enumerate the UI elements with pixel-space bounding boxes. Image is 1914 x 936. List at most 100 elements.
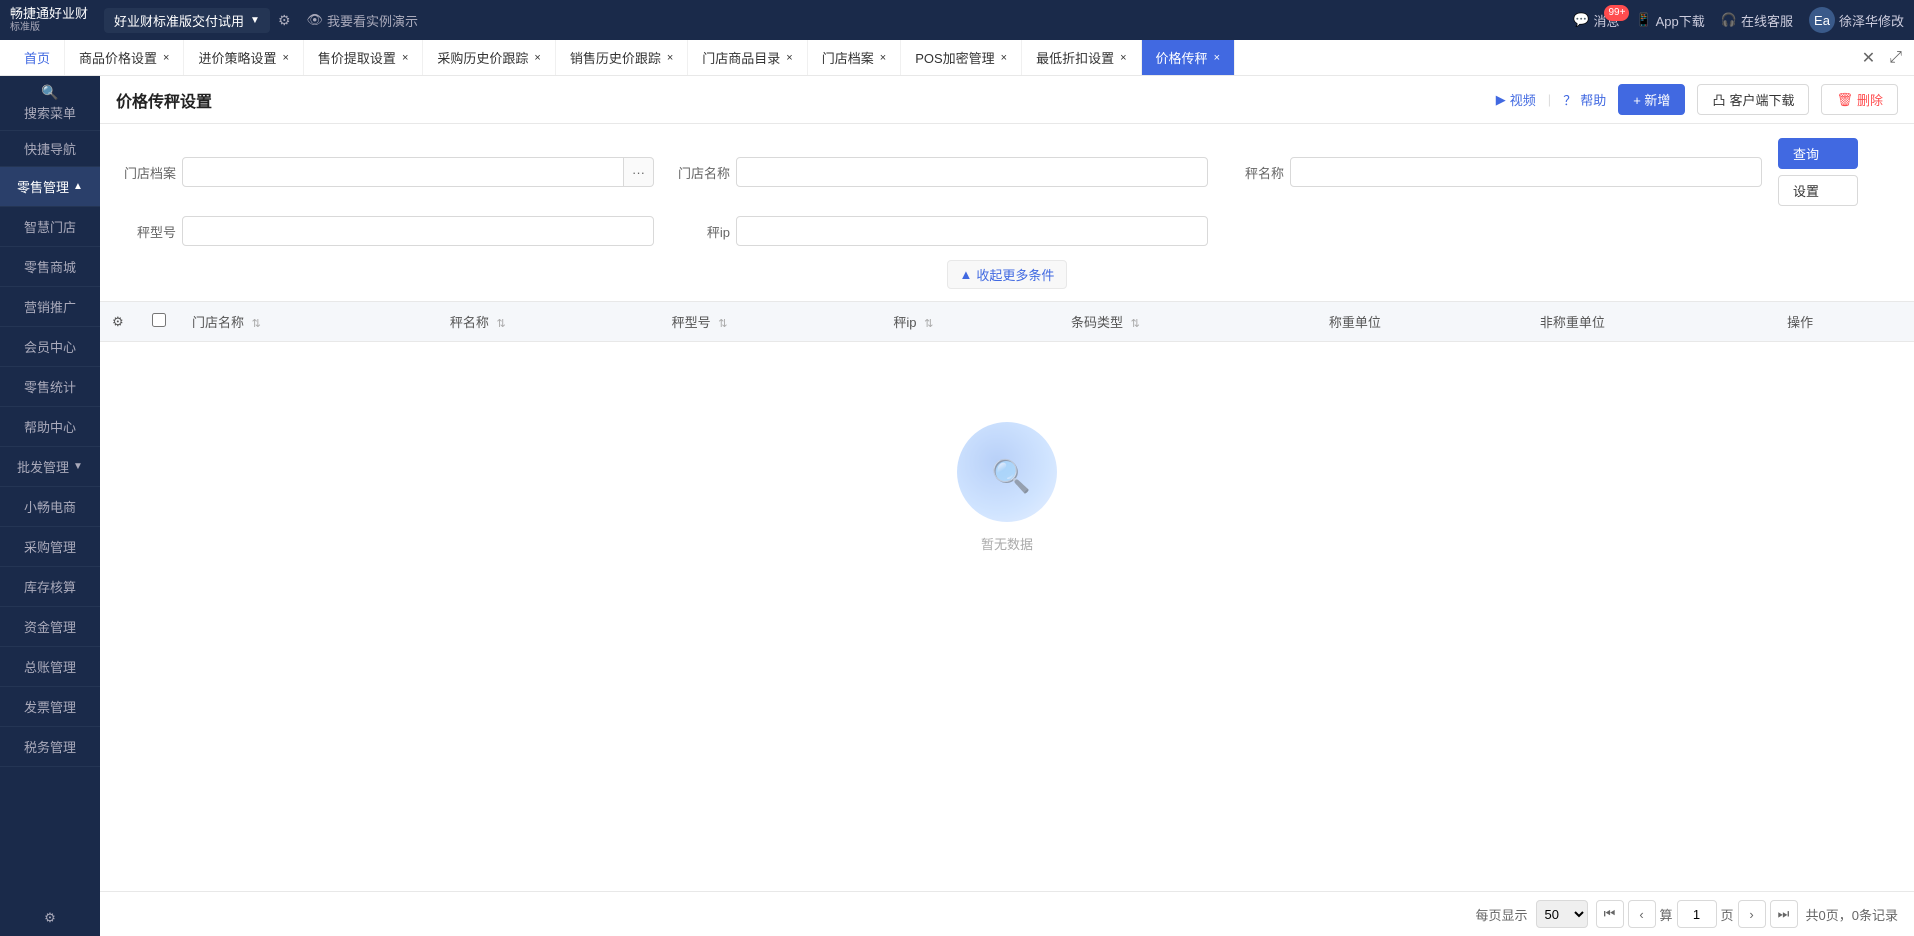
collapse-button[interactable]: ▲ 收起更多条件 [947, 260, 1068, 289]
tab-cost-strategy-close[interactable]: × [282, 52, 288, 64]
scale-name-input[interactable] [1290, 157, 1762, 187]
sidebar-item-member-center-label: 会员中心 [24, 337, 76, 356]
sort-store-name-icon[interactable]: ⇅ [252, 318, 261, 330]
video-link[interactable]: ▶ 视频 [1496, 90, 1536, 109]
sidebar-item-invoice-mgmt-label: 发票管理 [24, 697, 76, 716]
current-page-input[interactable] [1677, 900, 1717, 928]
sidebar-item-retail-mall[interactable]: 零售商城 [0, 247, 100, 287]
sidebar-item-inventory-label: 库存核算 [24, 577, 76, 596]
scale-model-input[interactable] [182, 216, 654, 246]
tab-pos-encrypt-close[interactable]: × [1001, 52, 1007, 64]
sidebar-item-marketing[interactable]: 营销推广 [0, 287, 100, 327]
tab-sale-extract-label: 售价提取设置 [318, 48, 396, 67]
tab-sales-history[interactable]: 销售历史价跟踪 × [556, 40, 688, 76]
tab-sale-extract[interactable]: 售价提取设置 × [304, 40, 423, 76]
tab-purchase-history-close[interactable]: × [534, 52, 540, 64]
sort-barcode-type-icon[interactable]: ⇅ [1131, 318, 1140, 330]
messages-btn[interactable]: 💬 消息 99+ [1573, 11, 1619, 30]
delete-button[interactable]: 🗑 删除 [1821, 84, 1898, 115]
help-link[interactable]: ？ 帮助 [1563, 90, 1606, 109]
app-download-btn[interactable]: 📱 App下载 [1635, 11, 1704, 30]
sidebar-item-ledger-mgmt[interactable]: 总账管理 [0, 647, 100, 687]
tab-min-discount-close[interactable]: × [1120, 52, 1126, 64]
tab-price-scale[interactable]: 价格传秤 × [1142, 40, 1235, 76]
tab-price-setting-close[interactable]: × [163, 52, 169, 64]
demo-link[interactable]: 👁 我要看实例演示 [307, 11, 419, 30]
tab-store-file[interactable]: 门店档案 × [808, 40, 901, 76]
tab-sale-extract-close[interactable]: × [402, 52, 408, 64]
scale-ip-input[interactable] [736, 216, 1208, 246]
tab-pos-encrypt[interactable]: POS加密管理 × [901, 40, 1022, 76]
store-file-ellipsis-btn[interactable]: ··· [624, 157, 654, 187]
app-logo: 畅捷通好业财 标准版 [10, 6, 88, 34]
tab-price-setting[interactable]: 商品价格设置 × [65, 40, 184, 76]
tab-store-catalog-close[interactable]: × [786, 52, 792, 64]
sidebar-item-inventory[interactable]: 库存核算 [0, 567, 100, 607]
select-all-checkbox[interactable] [152, 313, 166, 327]
filter-settings-button-label: 设置 [1793, 181, 1819, 200]
sidebar-quick-nav[interactable]: 快捷导航 [0, 131, 100, 167]
header-actions: ▶ 视频 | ？ 帮助 + 新增 凸 客户端下载 🗑 删除 [1496, 84, 1898, 115]
per-page-select[interactable]: 20 50 100 [1536, 900, 1588, 928]
last-page-btn[interactable]: ⏭ [1770, 900, 1798, 928]
tab-sales-history-label: 销售历史价跟踪 [570, 48, 661, 67]
sidebar-item-ecommerce[interactable]: 小畅电商 [0, 487, 100, 527]
tab-min-discount[interactable]: 最低折扣设置 × [1022, 40, 1141, 76]
sidebar-item-tax-mgmt[interactable]: 税务管理 [0, 727, 100, 767]
close-btn[interactable]: ✕ [1858, 46, 1879, 70]
sidebar-search[interactable]: 🔍 搜索菜单 [0, 76, 100, 131]
sidebar-item-purchase-mgmt[interactable]: 采购管理 [0, 527, 100, 567]
online-service-btn[interactable]: 🎧 在线客服 [1721, 11, 1793, 30]
tab-sales-history-close[interactable]: × [667, 52, 673, 64]
store-name-label: 门店名称 [670, 163, 730, 182]
version-select[interactable]: 好业财标准版交付试用 ▼ [104, 8, 270, 33]
sidebar-item-invoice-mgmt[interactable]: 发票管理 [0, 687, 100, 727]
page-title: 价格传秤设置 [116, 88, 212, 112]
column-settings-icon[interactable]: ⚙ [112, 314, 124, 329]
sidebar-item-help-center[interactable]: 帮助中心 [0, 407, 100, 447]
tab-home[interactable]: 首页 [10, 40, 65, 76]
sort-scale-name-icon[interactable]: ⇅ [496, 318, 505, 330]
phone-icon: 📱 [1635, 12, 1651, 28]
sidebar-item-fund-mgmt[interactable]: 资金管理 [0, 607, 100, 647]
sort-scale-model-icon[interactable]: ⇅ [718, 318, 727, 330]
tab-cost-strategy[interactable]: 进价策略设置 × [184, 40, 303, 76]
scale-ip-label: 秤ip [670, 222, 730, 241]
th-barcode-type-label: 条码类型 [1071, 315, 1123, 330]
tab-store-catalog[interactable]: 门店商品目录 × [688, 40, 807, 76]
sidebar-item-member-center[interactable]: 会员中心 [0, 327, 100, 367]
download-button[interactable]: 凸 客户端下载 [1697, 84, 1809, 115]
user-info[interactable]: Ea 徐泽华修改 [1809, 7, 1904, 33]
tab-store-file-close[interactable]: × [880, 52, 886, 64]
first-page-btn[interactable]: ⏮ [1596, 900, 1624, 928]
next-page-btn[interactable]: › [1738, 900, 1766, 928]
download-button-label: 客户端下载 [1729, 90, 1794, 109]
store-file-input[interactable] [182, 157, 624, 187]
headset-icon: 🎧 [1721, 12, 1737, 28]
tab-price-scale-close[interactable]: × [1214, 52, 1220, 64]
sidebar-settings-btn[interactable]: ⚙ [0, 900, 100, 936]
filter-scale-name: 秤名称 [1224, 157, 1762, 187]
filter-settings-button[interactable]: 设置 [1778, 175, 1858, 206]
th-scale-name: 秤名称 ⇅ [438, 302, 660, 342]
sidebar-item-ecommerce-label: 小畅电商 [24, 497, 76, 516]
empty-icon [957, 422, 1057, 522]
sort-scale-ip-icon[interactable]: ⇅ [924, 318, 933, 330]
settings-icon[interactable]: ⚙ [278, 12, 291, 29]
prev-page-btn[interactable]: ‹ [1628, 900, 1656, 928]
sidebar-item-retail-mgmt[interactable]: 零售管理 ▲ [0, 167, 100, 207]
sidebar-item-purchase-mgmt-label: 采购管理 [24, 537, 76, 556]
store-name-input[interactable] [736, 157, 1208, 187]
sidebar-item-retail-stats[interactable]: 零售统计 [0, 367, 100, 407]
sidebar-item-marketing-label: 营销推广 [24, 297, 76, 316]
tab-price-setting-label: 商品价格设置 [79, 48, 157, 67]
sidebar-item-smart-store[interactable]: 智慧门店 [0, 207, 100, 247]
add-button[interactable]: + 新增 [1618, 84, 1685, 115]
tab-purchase-history[interactable]: 采购历史价跟踪 × [423, 40, 555, 76]
query-button[interactable]: 查询 [1778, 138, 1858, 169]
th-weight-unit: 称重单位 [1317, 302, 1528, 342]
expand-btn[interactable]: ⤢ [1885, 47, 1906, 69]
table-header-row: ⚙ 门店名称 ⇅ 秤名称 ⇅ [100, 302, 1914, 342]
empty-row: 暂无数据 [100, 342, 1914, 634]
sidebar-item-wholesale-mgmt[interactable]: 批发管理 ▼ [0, 447, 100, 487]
